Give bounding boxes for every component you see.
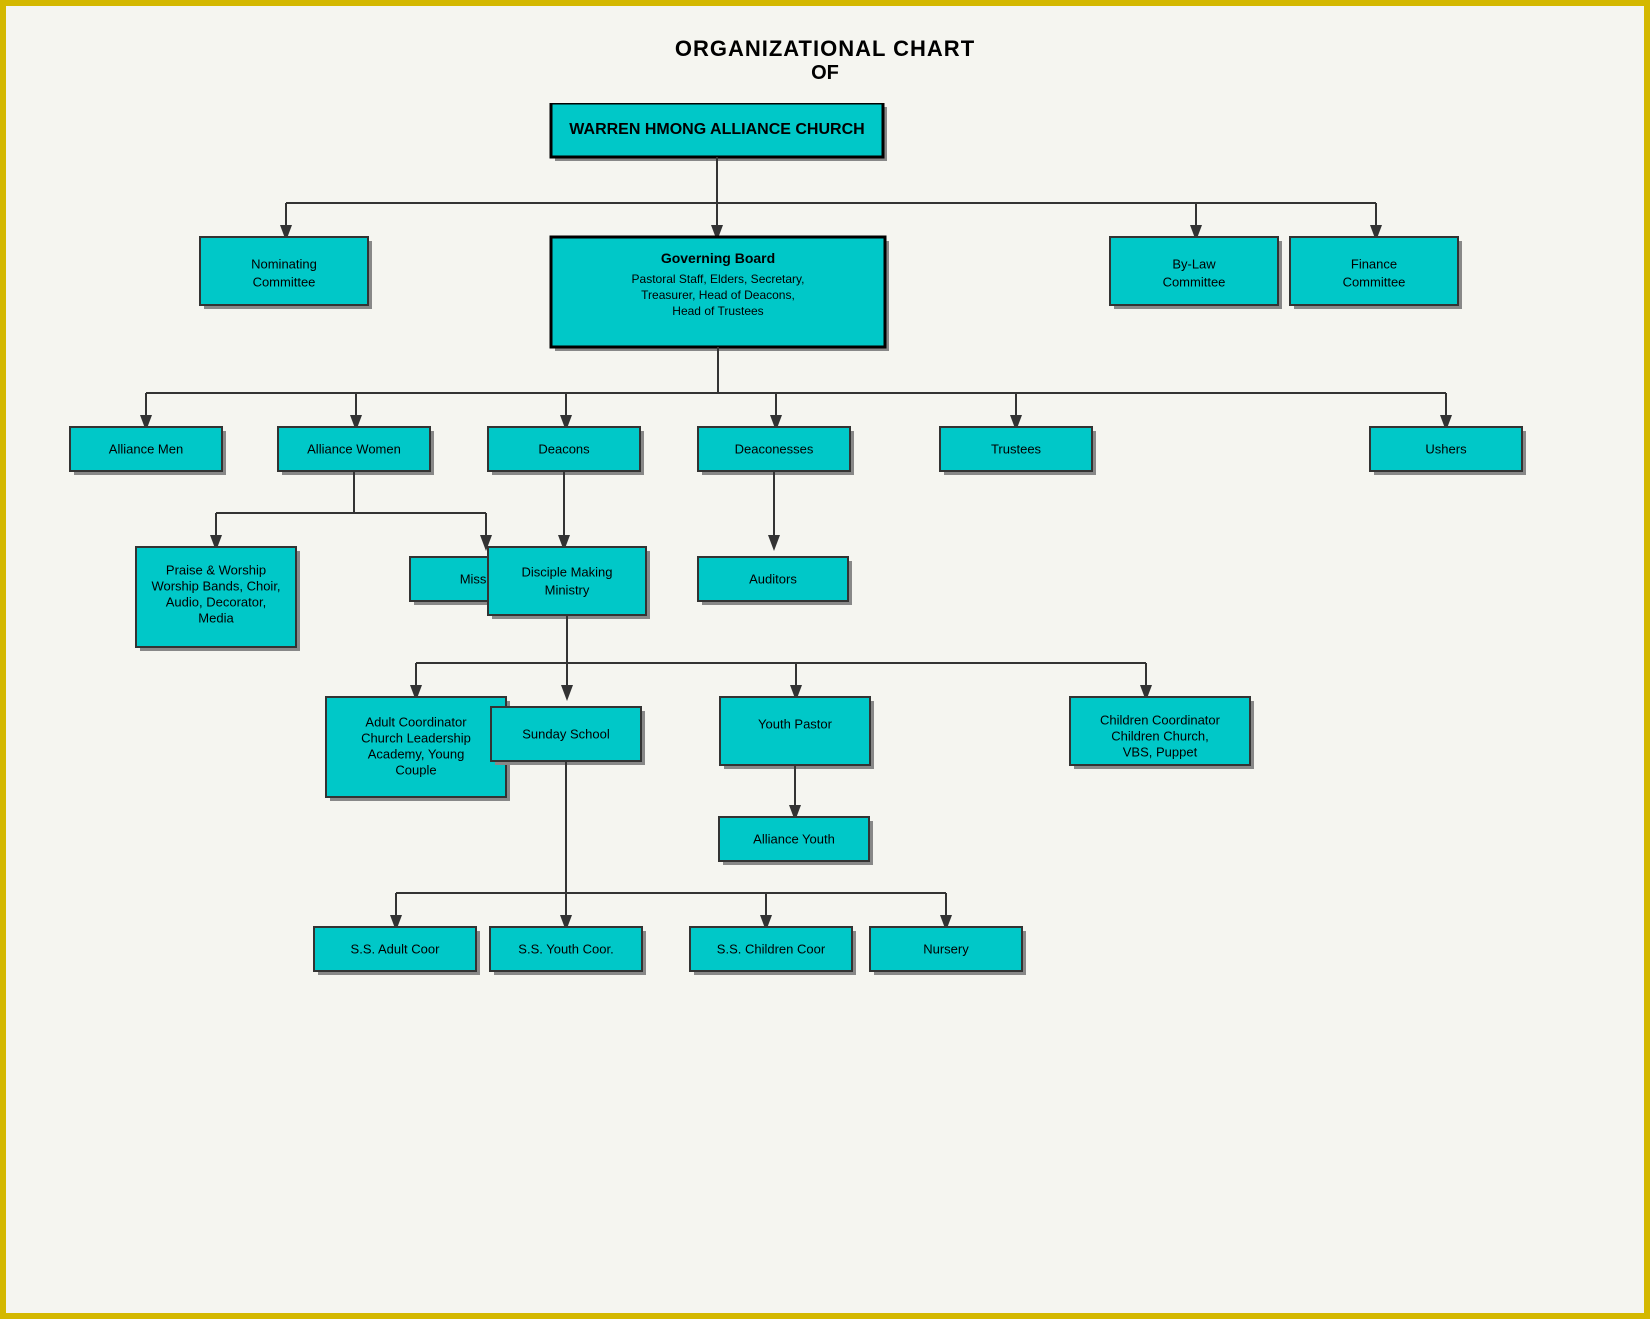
org-chart-svg: .box-rect { fill: #00c8c8; stroke: #333;… [46,103,1616,1283]
svg-text:Adult Coordinator: Adult Coordinator [365,714,467,729]
svg-text:Committee: Committee [1163,274,1226,289]
svg-text:Pastoral Staff, Elders, Secret: Pastoral Staff, Elders, Secretary, [632,272,805,286]
svg-text:Treasurer, Head of Deacons,: Treasurer, Head of Deacons, [641,288,795,302]
svg-text:VBS, Puppet: VBS, Puppet [1123,744,1198,759]
svg-text:Trustees: Trustees [991,441,1042,456]
svg-text:Sunday School: Sunday School [522,726,610,741]
page: ORGANIZATIONAL CHART OF .box-rect { fill… [6,6,1644,1313]
svg-text:By-Law: By-Law [1172,256,1216,271]
svg-text:Deacons: Deacons [538,441,590,456]
svg-text:Alliance Youth: Alliance Youth [753,831,835,846]
svg-text:Alliance Men: Alliance Men [109,441,183,456]
svg-text:Committee: Committee [253,274,316,289]
title-line1: ORGANIZATIONAL CHART [46,36,1604,62]
svg-text:Children Church,: Children Church, [1111,728,1209,743]
svg-text:Praise & Worship: Praise & Worship [166,562,266,577]
svg-text:Finance: Finance [1351,256,1397,271]
svg-text:Academy, Young: Academy, Young [368,746,465,761]
svg-text:Nursery: Nursery [923,941,969,956]
svg-text:Worship Bands, Choir,: Worship Bands, Choir, [151,578,280,593]
svg-text:Committee: Committee [1343,274,1406,289]
svg-text:S.S. Adult Coor: S.S. Adult Coor [351,941,441,956]
root-label: WARREN HMONG ALLIANCE CHURCH [569,121,864,138]
svg-text:S.S. Children Coor: S.S. Children Coor [717,941,826,956]
svg-text:Church Leadership: Church Leadership [361,730,471,745]
svg-text:Children Coordinator: Children Coordinator [1100,712,1221,727]
svg-text:Nominating: Nominating [251,256,317,271]
svg-text:Deaconesses: Deaconesses [735,441,814,456]
svg-text:Media: Media [198,610,234,625]
title-line2: OF [46,62,1604,85]
svg-text:Youth Pastor: Youth Pastor [758,716,833,731]
svg-text:Ministry: Ministry [545,582,590,597]
title-section: ORGANIZATIONAL CHART OF [46,36,1604,85]
svg-text:Alliance Women: Alliance Women [307,441,401,456]
svg-text:Couple: Couple [395,762,436,777]
svg-text:Head of Trustees: Head of Trustees [672,304,763,318]
svg-text:Auditors: Auditors [749,571,797,586]
svg-text:Disciple Making: Disciple Making [521,564,612,579]
svg-text:S.S. Youth Coor.: S.S. Youth Coor. [518,941,613,956]
svg-text:Ushers: Ushers [1425,441,1467,456]
svg-text:Governing Board: Governing Board [661,250,775,266]
svg-text:Audio, Decorator,: Audio, Decorator, [166,594,266,609]
